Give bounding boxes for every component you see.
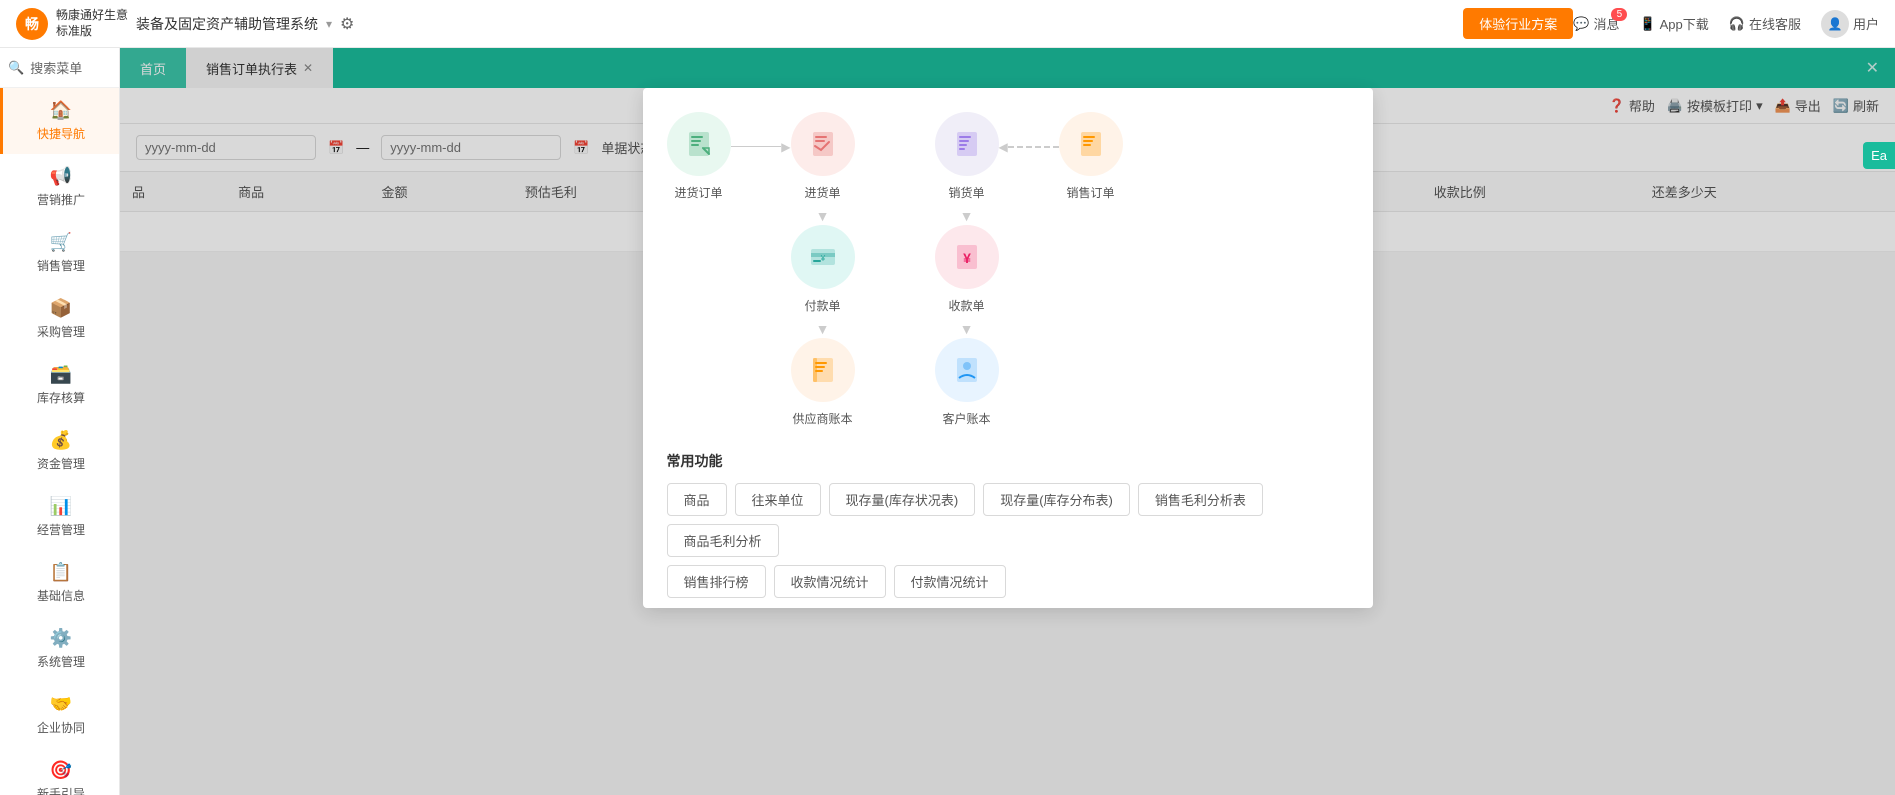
func-btn-stock-dist[interactable]: 现存量(库存分布表) <box>983 483 1130 516</box>
func-btn-stock-status[interactable]: 现存量(库存状况表) <box>829 483 976 516</box>
experience-btn[interactable]: 体验行业方案 <box>1463 8 1573 39</box>
message-badge: 5 <box>1611 8 1627 21</box>
app-download-btn[interactable]: 📱 App下载 <box>1639 14 1708 33</box>
sales-order-label: 销售订单 <box>1066 184 1114 201</box>
newbie-icon: 🎯 <box>50 760 72 781</box>
customer-ledger-label: 客户账本 <box>942 410 990 427</box>
search-icon: 🔍 <box>8 60 24 76</box>
flow-row-3: ▼ 供应商账本 <box>667 322 1349 427</box>
headset-icon: 🎧 <box>1729 16 1745 32</box>
marketing-icon: 📢 <box>50 166 72 187</box>
finance-icon: 💰 <box>50 430 72 451</box>
supplier-ledger-icon <box>791 338 855 402</box>
sales-order-icon <box>1059 112 1123 176</box>
home-icon: 🏠 <box>50 100 72 121</box>
arrow-so-sb: ◀ <box>999 140 1059 154</box>
func-btn-sales-gross[interactable]: 销售毛利分析表 <box>1138 483 1263 516</box>
svg-text:¥: ¥ <box>963 250 971 266</box>
message-btn[interactable]: 💬 消息 5 <box>1573 14 1619 33</box>
customer-column: ▼ 客户账本 <box>935 322 999 427</box>
arrow-down-payment: ▼ <box>816 209 830 225</box>
flow-node-sales-bill[interactable]: 销货单 <box>935 112 999 201</box>
sales-bill-icon <box>935 112 999 176</box>
flow-diagram-container: 进货订单 ▶ <box>667 112 1349 427</box>
sidebar-item-marketing[interactable]: 📢 营销推广 <box>0 154 119 220</box>
flow-node-receipt[interactable]: ¥ 收款单 <box>935 225 999 314</box>
sidebar-item-inventory[interactable]: 🗃️ 库存核算 <box>0 352 119 418</box>
sidebar-item-quick-nav[interactable]: 🏠 快捷导航 <box>0 88 119 154</box>
flow-node-purchase-bill[interactable]: 进货单 <box>791 112 855 201</box>
message-icon: 💬 <box>1573 16 1589 32</box>
supplier-column: ▼ 供应商账本 <box>791 322 855 427</box>
flow-row-1: 进货订单 ▶ <box>667 112 1349 201</box>
sidebar-search[interactable]: 🔍 搜索菜单 <box>0 48 119 88</box>
flow-node-supplier-ledger[interactable]: 供应商账本 <box>791 338 855 427</box>
inventory-icon: 🗃️ <box>50 364 72 385</box>
payment-column: ▼ ¥ 付款单 <box>791 209 855 314</box>
sidebar-item-basic-info[interactable]: 📋 基础信息 <box>0 550 119 616</box>
common-functions: 常用功能 商品 往来单位 现存量(库存状况表) 现存量(库存分布表) 销售毛利分… <box>667 451 1349 598</box>
modal-overlay[interactable]: 进货订单 ▶ <box>120 48 1895 795</box>
flow-node-purchase-order[interactable]: 进货订单 <box>667 112 731 201</box>
logo-icon: 畅 <box>16 8 48 40</box>
sidebar-item-enterprise[interactable]: 🤝 企业协同 <box>0 682 119 748</box>
func-buttons: 商品 往来单位 现存量(库存状况表) 现存量(库存分布表) 销售毛利分析表 商品… <box>667 483 1349 557</box>
customer-ledger-icon <box>935 338 999 402</box>
common-functions-title: 常用功能 <box>667 451 1349 471</box>
logo-text: 畅康通好生意 标准版 <box>56 8 128 39</box>
enterprise-icon: 🤝 <box>50 694 72 715</box>
purchase-order-icon <box>667 112 731 176</box>
system-title: 装备及固定资产辅助管理系统 ▾ ⚙ <box>136 14 1463 34</box>
operations-icon: 📊 <box>50 496 72 517</box>
receipt-icon: ¥ <box>935 225 999 289</box>
func-btn-product[interactable]: 商品 <box>667 483 727 516</box>
receipt-column: ▼ ¥ 收款单 <box>935 209 999 314</box>
func-buttons-row2: 销售排行榜 收款情况统计 付款情况统计 <box>667 565 1349 598</box>
purchase-order-label: 进货订单 <box>674 184 722 201</box>
ea-badge[interactable]: Ea <box>1863 142 1895 169</box>
func-btn-sales-rank[interactable]: 销售排行榜 <box>667 565 766 598</box>
arrow-po-pb: ▶ <box>731 140 791 154</box>
system-icon: ⚙️ <box>50 628 72 649</box>
user-menu[interactable]: 👤 用户 <box>1821 10 1879 38</box>
sidebar-item-finance[interactable]: 💰 资金管理 <box>0 418 119 484</box>
sidebar-item-operations[interactable]: 📊 经营管理 <box>0 484 119 550</box>
purchase-bill-label: 进货单 <box>804 184 840 201</box>
header-right: 💬 消息 5 📱 App下载 🎧 在线客服 👤 用户 <box>1573 10 1879 38</box>
supplier-ledger-label: 供应商账本 <box>792 410 852 427</box>
purchase-icon: 📦 <box>50 298 72 319</box>
sales-icon: 🛒 <box>50 232 72 253</box>
modal-box: 进货订单 ▶ <box>643 88 1373 608</box>
sidebar: 🔍 搜索菜单 🏠 快捷导航 📢 营销推广 🛒 销售管理 📦 采购管理 🗃️ 库存… <box>0 48 120 795</box>
payment-label: 付款单 <box>804 297 840 314</box>
func-btn-counterparty[interactable]: 往来单位 <box>735 483 821 516</box>
flow-node-payment[interactable]: ¥ 付款单 <box>791 225 855 314</box>
func-btn-product-gross[interactable]: 商品毛利分析 <box>667 524 779 557</box>
settings-icon[interactable]: ⚙ <box>340 14 354 34</box>
flow-node-customer-ledger[interactable]: 客户账本 <box>935 338 999 427</box>
logo-area: 畅 畅康通好生意 标准版 <box>16 8 136 40</box>
user-avatar: 👤 <box>1821 10 1849 38</box>
func-btn-receipt-stats[interactable]: 收款情况统计 <box>774 565 886 598</box>
receipt-label: 收款单 <box>948 297 984 314</box>
system-dropdown-icon[interactable]: ▾ <box>326 17 332 31</box>
func-btn-payment-stats[interactable]: 付款情况统计 <box>894 565 1006 598</box>
flow-node-sales-order[interactable]: 销售订单 <box>1059 112 1123 201</box>
basic-info-icon: 📋 <box>50 562 72 583</box>
arrow-down-receipt: ▼ <box>960 209 974 225</box>
top-header: 畅 畅康通好生意 标准版 装备及固定资产辅助管理系统 ▾ ⚙ 体验行业方案 💬 … <box>0 0 1895 48</box>
svg-text:¥: ¥ <box>819 254 825 263</box>
payment-icon: ¥ <box>791 225 855 289</box>
flow-row-2: ▼ ¥ 付款单 <box>667 209 1349 314</box>
sidebar-item-sales[interactable]: 🛒 销售管理 <box>0 220 119 286</box>
sidebar-item-system[interactable]: ⚙️ 系统管理 <box>0 616 119 682</box>
arrow-down-supplier: ▼ <box>816 322 830 338</box>
purchase-bill-icon <box>791 112 855 176</box>
sales-bill-label: 销货单 <box>948 184 984 201</box>
sidebar-item-purchase[interactable]: 📦 采购管理 <box>0 286 119 352</box>
sidebar-item-newbie[interactable]: 🎯 新手引导 <box>0 748 119 795</box>
online-service-btn[interactable]: 🎧 在线客服 <box>1729 14 1801 33</box>
phone-icon: 📱 <box>1639 16 1655 32</box>
arrow-down-customer: ▼ <box>960 322 974 338</box>
